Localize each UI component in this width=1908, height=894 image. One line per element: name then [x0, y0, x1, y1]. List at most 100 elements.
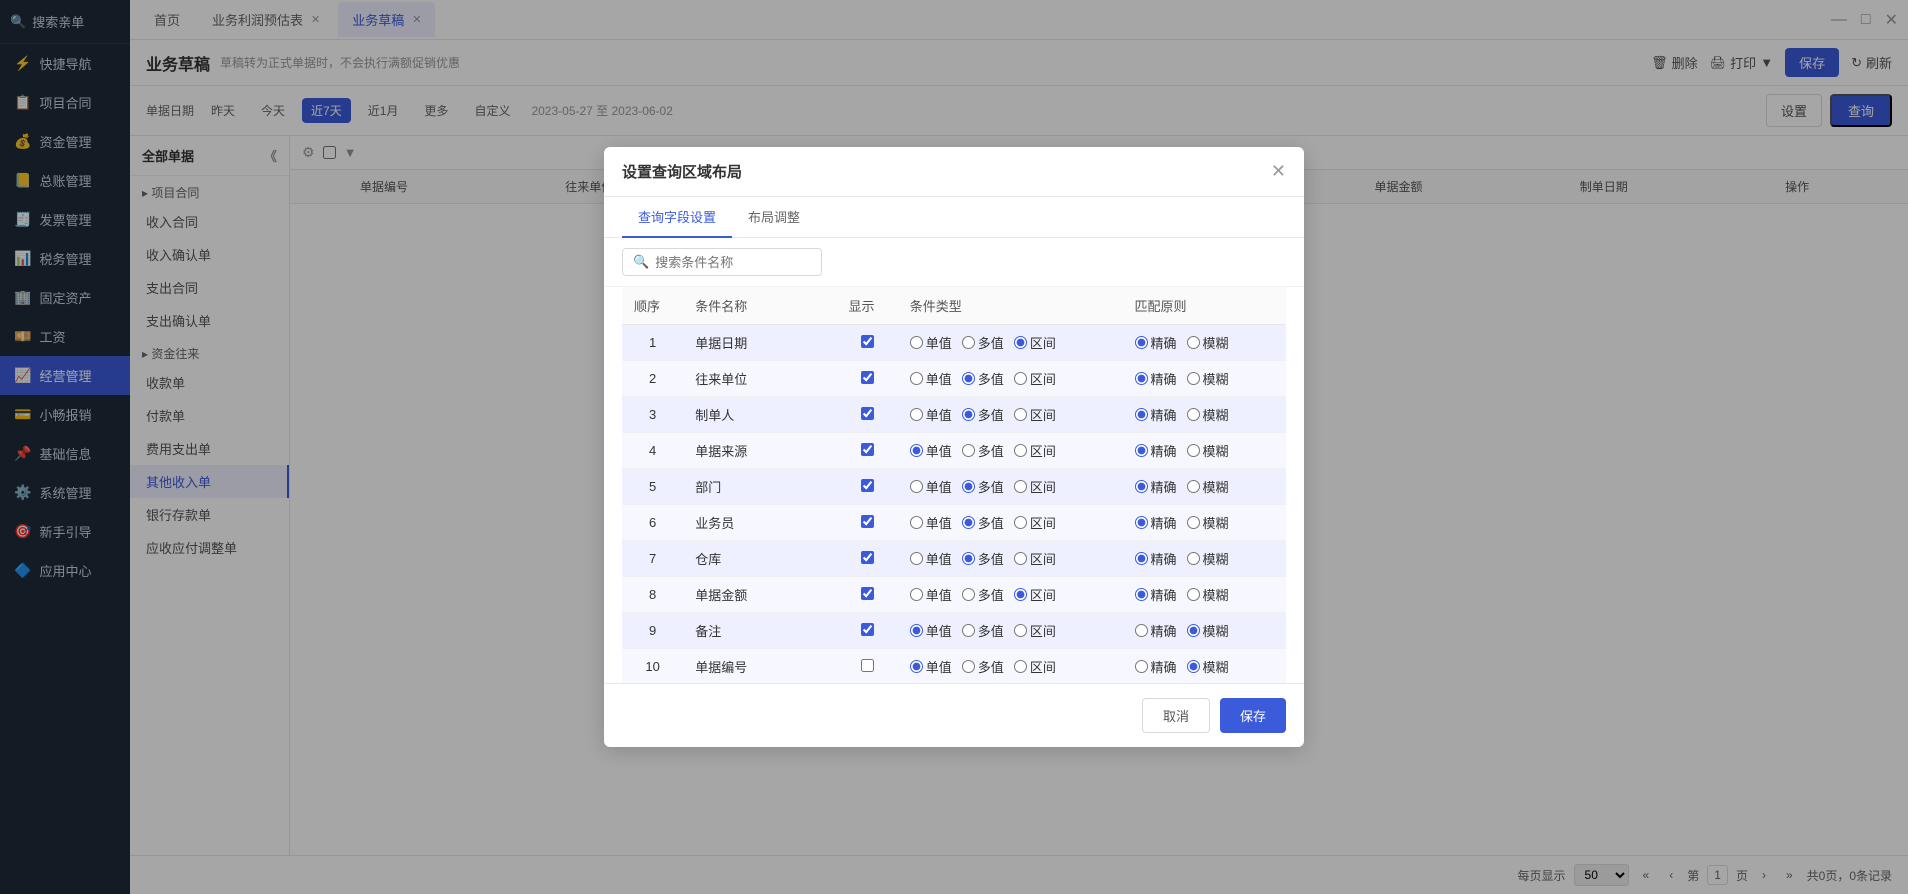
cell-name: 单据金额 — [683, 577, 836, 613]
cell-name: 仓库 — [683, 541, 836, 577]
match-option[interactable]: 精确 — [1135, 621, 1177, 640]
cond-type-option[interactable]: 多值 — [962, 657, 1004, 676]
cond-type-option[interactable]: 单值 — [910, 333, 952, 352]
display-checkbox[interactable] — [861, 335, 874, 348]
cell-condtype: 单值多值区间 — [898, 469, 1123, 505]
cell-order: 8 — [622, 577, 683, 613]
match-option[interactable]: 精确 — [1135, 441, 1177, 460]
cond-type-option[interactable]: 单值 — [910, 585, 952, 604]
match-option[interactable]: 模糊 — [1187, 477, 1229, 496]
cond-type-option[interactable]: 单值 — [910, 621, 952, 640]
cell-match: 精确模糊 — [1123, 505, 1286, 541]
match-option[interactable]: 模糊 — [1187, 621, 1229, 640]
match-option[interactable]: 精确 — [1135, 369, 1177, 388]
match-option[interactable]: 模糊 — [1187, 369, 1229, 388]
cond-type-option[interactable]: 区间 — [1014, 549, 1056, 568]
cond-type-option[interactable]: 区间 — [1014, 369, 1056, 388]
cell-condtype: 单值多值区间 — [898, 505, 1123, 541]
cond-type-option[interactable]: 单值 — [910, 441, 952, 460]
cond-type-option[interactable]: 区间 — [1014, 405, 1056, 424]
dialog-close-button[interactable]: ✕ — [1271, 161, 1286, 182]
dialog-search-area: 🔍 — [604, 238, 1304, 287]
search-input[interactable] — [655, 255, 811, 270]
display-checkbox[interactable] — [861, 371, 874, 384]
cond-type-option[interactable]: 区间 — [1014, 621, 1056, 640]
match-option[interactable]: 精确 — [1135, 657, 1177, 676]
table-row: 1单据日期单值多值区间精确模糊 — [622, 325, 1286, 361]
th-name: 条件名称 — [683, 287, 836, 325]
cell-match: 精确模糊 — [1123, 433, 1286, 469]
cell-display — [837, 469, 898, 505]
save-dialog-button[interactable]: 保存 — [1220, 698, 1286, 733]
display-checkbox[interactable] — [861, 551, 874, 564]
display-checkbox[interactable] — [861, 407, 874, 420]
cell-match: 精确模糊 — [1123, 649, 1286, 684]
cell-order: 4 — [622, 433, 683, 469]
table-row: 9备注单值多值区间精确模糊 — [622, 613, 1286, 649]
dialog-tab-layout[interactable]: 布局调整 — [732, 197, 816, 238]
cond-type-option[interactable]: 多值 — [962, 333, 1004, 352]
display-checkbox[interactable] — [861, 623, 874, 636]
table-row: 5部门单值多值区间精确模糊 — [622, 469, 1286, 505]
cond-type-option[interactable]: 区间 — [1014, 657, 1056, 676]
cell-order: 2 — [622, 361, 683, 397]
cell-name: 单据来源 — [683, 433, 836, 469]
cond-type-option[interactable]: 区间 — [1014, 513, 1056, 532]
cell-name: 往来单位 — [683, 361, 836, 397]
cond-type-option[interactable]: 多值 — [962, 477, 1004, 496]
dialog-tab-fields[interactable]: 查询字段设置 — [622, 197, 732, 238]
cond-type-option[interactable]: 多值 — [962, 621, 1004, 640]
cell-order: 7 — [622, 541, 683, 577]
cond-type-option[interactable]: 多值 — [962, 369, 1004, 388]
cond-type-option[interactable]: 单值 — [910, 369, 952, 388]
cell-match: 精确模糊 — [1123, 541, 1286, 577]
display-checkbox[interactable] — [861, 587, 874, 600]
match-option[interactable]: 模糊 — [1187, 657, 1229, 676]
cond-type-option[interactable]: 多值 — [962, 549, 1004, 568]
match-option[interactable]: 模糊 — [1187, 585, 1229, 604]
cell-condtype: 单值多值区间 — [898, 433, 1123, 469]
match-option[interactable]: 模糊 — [1187, 513, 1229, 532]
cond-type-option[interactable]: 区间 — [1014, 333, 1056, 352]
cell-condtype: 单值多值区间 — [898, 649, 1123, 684]
cond-type-option[interactable]: 单值 — [910, 477, 952, 496]
match-option[interactable]: 精确 — [1135, 549, 1177, 568]
cond-type-option[interactable]: 区间 — [1014, 585, 1056, 604]
match-option[interactable]: 精确 — [1135, 405, 1177, 424]
cond-type-option[interactable]: 单值 — [910, 657, 952, 676]
cell-match: 精确模糊 — [1123, 397, 1286, 433]
match-option[interactable]: 精确 — [1135, 585, 1177, 604]
display-checkbox[interactable] — [861, 659, 874, 672]
match-option[interactable]: 模糊 — [1187, 333, 1229, 352]
match-option[interactable]: 精确 — [1135, 513, 1177, 532]
table-row: 2往来单位 单值多值区间 精确模糊 — [622, 361, 1286, 397]
dialog-header: 设置查询区域布局 ✕ — [604, 147, 1304, 197]
cell-match: 精确模糊 — [1123, 577, 1286, 613]
match-option[interactable]: 精确 — [1135, 333, 1177, 352]
cond-type-option[interactable]: 区间 — [1014, 441, 1056, 460]
cell-display — [837, 577, 898, 613]
match-option[interactable]: 模糊 — [1187, 549, 1229, 568]
dialog-table: 顺序 条件名称 显示 条件类型 匹配原则 1单据日期单值多值区间精确模糊2往来单… — [622, 287, 1286, 683]
cond-type-option[interactable]: 单值 — [910, 549, 952, 568]
display-checkbox[interactable] — [861, 443, 874, 456]
match-option[interactable]: 模糊 — [1187, 405, 1229, 424]
cell-order: 9 — [622, 613, 683, 649]
cell-order: 3 — [622, 397, 683, 433]
dialog-table-wrap: 顺序 条件名称 显示 条件类型 匹配原则 1单据日期单值多值区间精确模糊2往来单… — [604, 287, 1304, 683]
cond-type-option[interactable]: 多值 — [962, 405, 1004, 424]
cond-type-option[interactable]: 多值 — [962, 585, 1004, 604]
cond-type-option[interactable]: 单值 — [910, 513, 952, 532]
match-option[interactable]: 精确 — [1135, 477, 1177, 496]
cond-type-option[interactable]: 区间 — [1014, 477, 1056, 496]
cond-type-option[interactable]: 多值 — [962, 441, 1004, 460]
cell-condtype: 单值多值区间 — [898, 613, 1123, 649]
display-checkbox[interactable] — [861, 515, 874, 528]
cancel-button[interactable]: 取消 — [1142, 698, 1210, 733]
cond-type-option[interactable]: 单值 — [910, 405, 952, 424]
match-option[interactable]: 模糊 — [1187, 441, 1229, 460]
display-checkbox[interactable] — [861, 479, 874, 492]
cond-type-option[interactable]: 多值 — [962, 513, 1004, 532]
cell-match: 精确模糊 — [1123, 325, 1286, 361]
cell-name: 制单人 — [683, 397, 836, 433]
